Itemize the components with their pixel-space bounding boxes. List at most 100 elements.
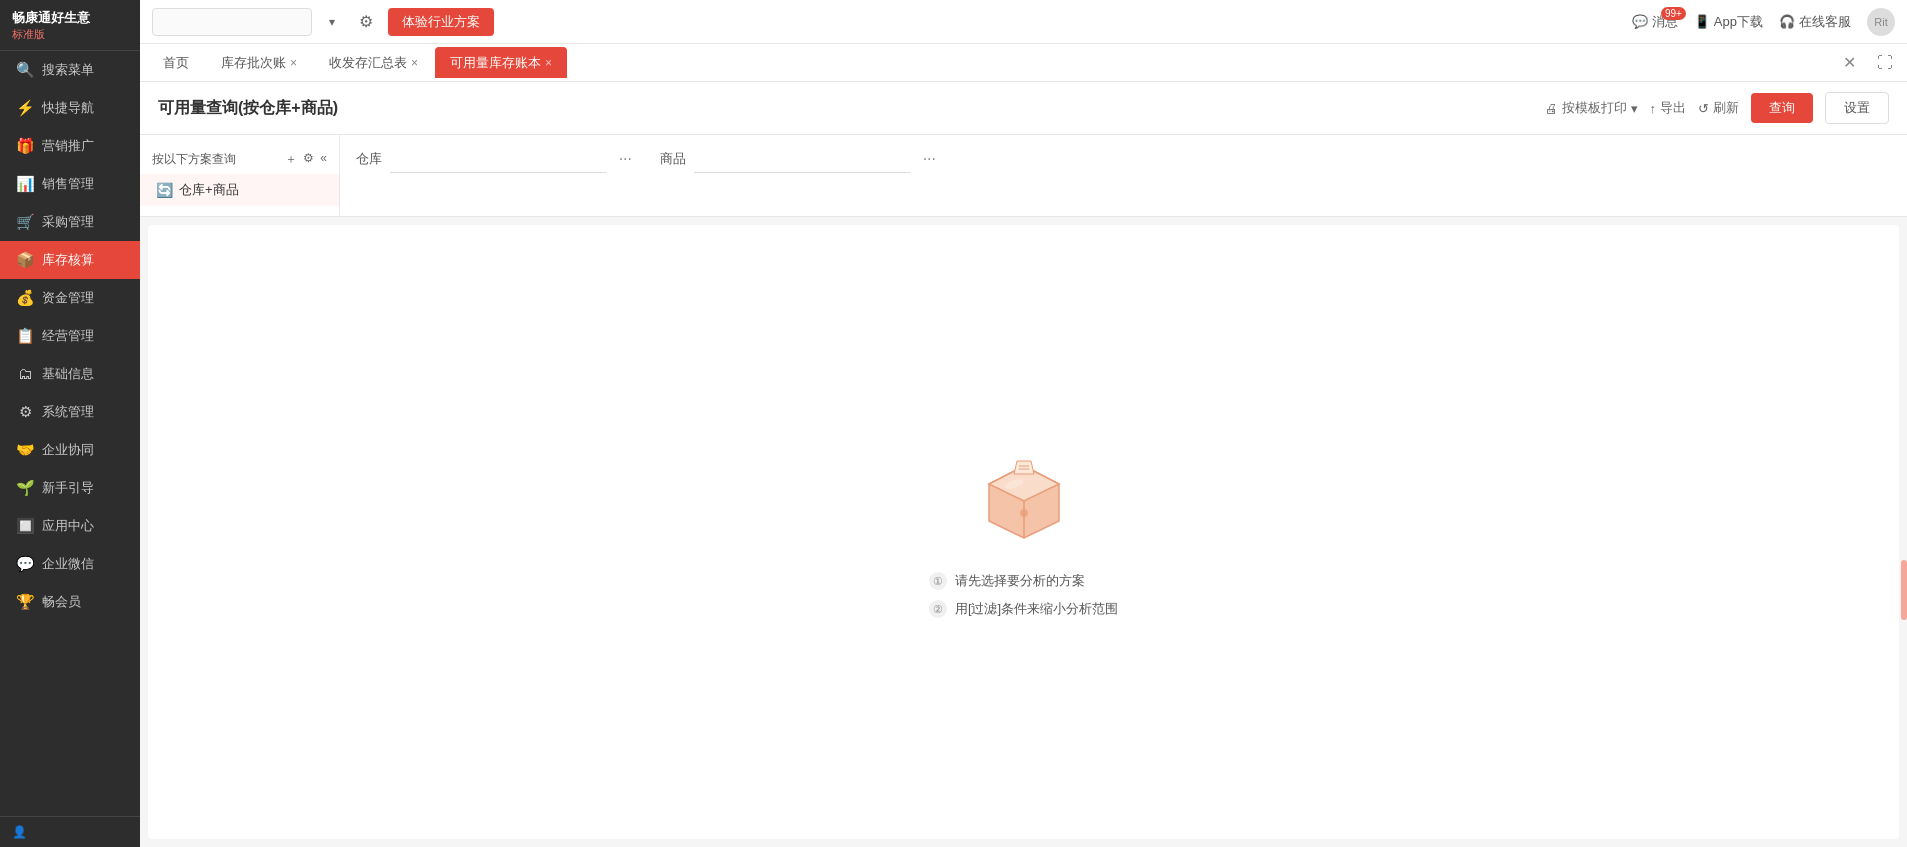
phone-icon: 📱: [1694, 14, 1710, 29]
refresh-icon: ↺: [1698, 101, 1709, 116]
tabs-container: 首页库存批次账× 收发存汇总表 × 可用量库存账本 ×: [148, 47, 1833, 78]
tab-available[interactable]: 可用量库存账本 ×: [435, 47, 567, 78]
sidebar-icon-apps: 🔲: [16, 517, 34, 535]
sidebar-label-guide: 新手引导: [42, 479, 94, 497]
filter-area: 按以下方案查询 ＋ ⚙ « 🔄 仓库+商品 仓库 ···: [140, 135, 1907, 217]
sidebar-label-wechat: 企业微信: [42, 555, 94, 573]
avatar-text: Rit: [1874, 16, 1887, 28]
brand-name: 畅康通好生意: [12, 10, 128, 27]
sidebar-item-finance[interactable]: 💰资金管理: [0, 279, 140, 317]
search-input[interactable]: [152, 8, 312, 36]
scheme-item-icon: 🔄: [156, 182, 173, 198]
avatar[interactable]: Rit: [1867, 8, 1895, 36]
right-scrollbar[interactable]: [1901, 560, 1907, 620]
filter-schemes-panel: 按以下方案查询 ＋ ⚙ « 🔄 仓库+商品: [140, 135, 340, 216]
sidebar-icon-purchase: 🛒: [16, 213, 34, 231]
filter-scheme-title: 按以下方案查询: [152, 151, 236, 168]
tab-close-collect[interactable]: ×: [411, 56, 418, 70]
export-icon: ↑: [1650, 101, 1657, 116]
headset-icon: 🎧: [1779, 14, 1795, 29]
sidebar-item-basic[interactable]: 🗂基础信息: [0, 355, 140, 393]
print-icon: 🖨: [1545, 101, 1558, 116]
sidebar-item-vip[interactable]: 🏆畅会员: [0, 583, 140, 621]
page-header: 可用量查询(按仓库+商品) 🖨 按模板打印 ▾ ↑ 导出 ↺ 刷新 查询 设置: [140, 82, 1907, 135]
gear-icon[interactable]: ⚙: [352, 8, 380, 36]
tab-batch[interactable]: 库存批次账×: [206, 47, 312, 78]
expand-button[interactable]: ⛶: [1871, 49, 1899, 77]
sidebar-label-purchase: 采购管理: [42, 213, 94, 231]
tab-close-batch[interactable]: ×: [290, 56, 297, 70]
sidebar-label-system: 系统管理: [42, 403, 94, 421]
sidebar-item-enterprise[interactable]: 🤝企业协同: [0, 431, 140, 469]
sidebar-item-wechat[interactable]: 💬 企业微信: [0, 545, 140, 583]
sidebar-item-shortcut[interactable]: ⚡ 快捷导航: [0, 89, 140, 127]
collapse-icon[interactable]: «: [320, 151, 327, 168]
sidebar-item-operations[interactable]: 📋经营管理: [0, 317, 140, 355]
app-download-button[interactable]: 📱 App下载: [1694, 13, 1763, 31]
sidebar-icon-sales: 📊: [16, 175, 34, 193]
sidebar-nav: 🔍搜索菜单 ⚡ 快捷导航 🎁营销推广 📊 销售管理 🛒 采购管理 📦 库存核算 💰资金管理📋经营管理…: [0, 51, 140, 816]
empty-hint-2: ② 用[过滤]条件来缩小分析范围: [929, 600, 1118, 618]
print-button[interactable]: 🖨 按模板打印 ▾: [1545, 99, 1638, 117]
tabs-bar: 首页库存批次账× 收发存汇总表 × 可用量库存账本 × ✕ ⛶: [140, 44, 1907, 82]
sidebar-item-marketing[interactable]: 🎁营销推广: [0, 127, 140, 165]
svg-point-3: [1020, 509, 1028, 517]
sidebar-item-search[interactable]: 🔍搜索菜单: [0, 51, 140, 89]
sidebar-icon-shortcut: ⚡: [16, 99, 34, 117]
scheme-item-warehouse-goods[interactable]: 🔄 仓库+商品: [140, 174, 339, 206]
tab-home[interactable]: 首页: [148, 47, 204, 78]
print-label: 按模板打印: [1562, 99, 1627, 117]
tab-collect[interactable]: 收发存汇总表 ×: [314, 47, 433, 78]
app-download-label: App下载: [1714, 13, 1763, 31]
online-service-button[interactable]: 🎧 在线客服: [1779, 13, 1851, 31]
sidebar-icon-inventory: 📦: [16, 251, 34, 269]
sidebar-item-apps[interactable]: 🔲 应用中心: [0, 507, 140, 545]
hint-num-1: ①: [929, 572, 947, 590]
add-scheme-icon[interactable]: ＋: [285, 151, 297, 168]
bell-icon: 💬: [1632, 14, 1648, 29]
sidebar-item-inventory[interactable]: 📦 库存核算: [0, 241, 140, 279]
goods-more-icon[interactable]: ···: [919, 150, 940, 168]
sidebar-label-sales: 销售管理: [42, 175, 94, 193]
sidebar-item-guide[interactable]: 🌱新手引导: [0, 469, 140, 507]
sidebar-bottom: 👤: [0, 816, 140, 847]
sidebar-label-enterprise: 企业协同: [42, 441, 94, 459]
warehouse-input[interactable]: [390, 145, 607, 173]
sidebar: 畅康通好生意 标准版 🔍搜索菜单⚡快捷导航🎁营销推广📊销售管理🛒采购管理📦库存核…: [0, 0, 140, 847]
sidebar-label-apps: 应用中心: [42, 517, 94, 535]
sidebar-icon-vip: 🏆: [16, 593, 34, 611]
hint-num-2: ②: [929, 600, 947, 618]
notification-button[interactable]: 💬 消息 99+: [1632, 13, 1678, 31]
svg-marker-5: [1014, 461, 1034, 474]
sidebar-label-inventory: 库存核算: [42, 251, 94, 269]
empty-hint-1: ① 请先选择要分析的方案: [929, 572, 1118, 590]
warehouse-more-icon[interactable]: ···: [615, 150, 636, 168]
export-button[interactable]: ↑ 导出: [1650, 99, 1687, 117]
export-label: 导出: [1660, 99, 1686, 117]
warehouse-filter-field: 仓库 ···: [356, 145, 636, 173]
sidebar-icon-operations: 📋: [16, 327, 34, 345]
page-title: 可用量查询(按仓库+商品): [158, 98, 338, 119]
scheme-settings-icon[interactable]: ⚙: [303, 151, 314, 168]
refresh-button[interactable]: ↺ 刷新: [1698, 99, 1739, 117]
sidebar-item-purchase[interactable]: 🛒 采购管理: [0, 203, 140, 241]
tab-label-collect: 收发存汇总表: [329, 54, 407, 72]
query-button[interactable]: 查询: [1751, 93, 1813, 123]
goods-filter-field: 商品 ···: [660, 145, 940, 173]
settings-button[interactable]: 设置: [1825, 92, 1889, 124]
sidebar-icon-wechat: 💬: [16, 555, 34, 573]
industry-solution-button[interactable]: 体验行业方案: [388, 8, 494, 36]
sidebar-icon-finance: 💰: [16, 289, 34, 307]
page-header-actions: 🖨 按模板打印 ▾ ↑ 导出 ↺ 刷新 查询 设置: [1545, 92, 1890, 124]
close-tab-button[interactable]: ✕: [1835, 49, 1863, 77]
search-dropdown-icon[interactable]: ▾: [320, 10, 344, 34]
sidebar-icon-marketing: 🎁: [16, 137, 34, 155]
goods-input[interactable]: [694, 145, 911, 173]
tab-label-available: 可用量库存账本: [450, 54, 541, 72]
filter-scheme-icons: ＋ ⚙ «: [285, 151, 327, 168]
filter-scheme-header: 按以下方案查询 ＋ ⚙ «: [140, 145, 339, 174]
sidebar-label-shortcut: 快捷导航: [42, 99, 94, 117]
sidebar-item-system[interactable]: ⚙系统管理: [0, 393, 140, 431]
tab-close-available[interactable]: ×: [545, 56, 552, 70]
sidebar-item-sales[interactable]: 📊 销售管理: [0, 165, 140, 203]
